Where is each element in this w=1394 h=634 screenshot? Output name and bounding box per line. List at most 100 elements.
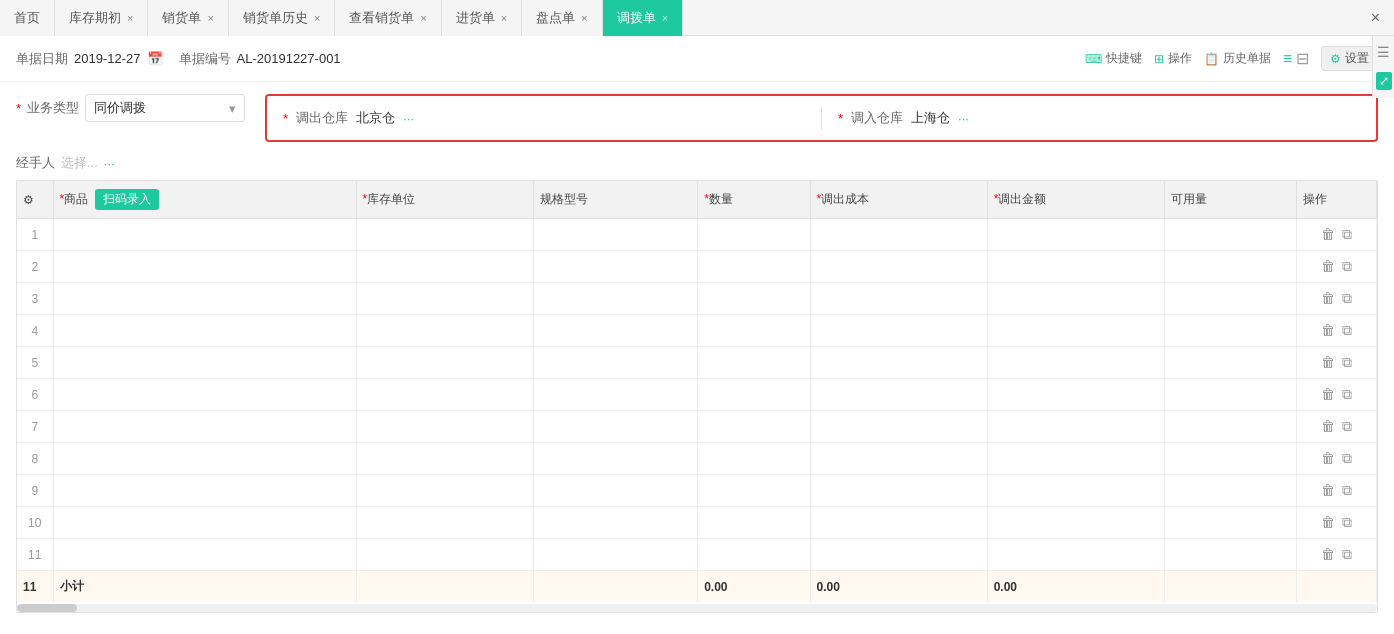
row-spec-11[interactable]	[533, 539, 698, 571]
row-qty-7[interactable]	[698, 411, 810, 443]
row-unit-11[interactable]	[356, 539, 533, 571]
handler-more[interactable]: ···	[104, 156, 115, 171]
row-qty-9[interactable]	[698, 475, 810, 507]
quick-key-btn[interactable]: ⌨ 快捷键	[1085, 50, 1142, 67]
row-amount-4[interactable]	[987, 315, 1164, 347]
row-qty-11[interactable]	[698, 539, 810, 571]
row-cost-5[interactable]	[810, 347, 987, 379]
row-spec-4[interactable]	[533, 315, 698, 347]
row-cost-10[interactable]	[810, 507, 987, 539]
copy-icon-11[interactable]: ⧉	[1342, 546, 1352, 562]
row-amount-5[interactable]	[987, 347, 1164, 379]
row-unit-4[interactable]	[356, 315, 533, 347]
row-product-7[interactable]	[53, 411, 356, 443]
scan-button[interactable]: 扫码录入	[95, 189, 159, 210]
row-available-2[interactable]	[1164, 251, 1296, 283]
warehouse-out-value[interactable]: 北京仓	[356, 109, 395, 127]
row-qty-6[interactable]	[698, 379, 810, 411]
row-spec-3[interactable]	[533, 283, 698, 315]
delete-icon-3[interactable]: 🗑	[1321, 290, 1335, 306]
horizontal-scrollbar[interactable]	[17, 604, 1377, 612]
copy-icon-5[interactable]: ⧉	[1342, 354, 1352, 370]
tab-sales-order[interactable]: 销货单 ×	[148, 0, 228, 36]
layout-list-icon[interactable]: ≡	[1283, 50, 1292, 68]
layout-grid-icon[interactable]: ⊟	[1296, 49, 1309, 68]
tab-purchase[interactable]: 进货单 ×	[442, 0, 522, 36]
row-amount-9[interactable]	[987, 475, 1164, 507]
row-amount-11[interactable]	[987, 539, 1164, 571]
row-qty-10[interactable]	[698, 507, 810, 539]
row-product-4[interactable]	[53, 315, 356, 347]
delete-icon-5[interactable]: 🗑	[1321, 354, 1335, 370]
row-cost-3[interactable]	[810, 283, 987, 315]
delete-icon-4[interactable]: 🗑	[1321, 322, 1335, 338]
copy-icon-9[interactable]: ⧉	[1342, 482, 1352, 498]
row-available-10[interactable]	[1164, 507, 1296, 539]
copy-icon-4[interactable]: ⧉	[1342, 322, 1352, 338]
tab-transfer[interactable]: 调拨单 ×	[603, 0, 683, 36]
row-unit-8[interactable]	[356, 443, 533, 475]
tab-close-sales-history[interactable]: ×	[314, 12, 320, 24]
copy-icon-3[interactable]: ⧉	[1342, 290, 1352, 306]
copy-icon-1[interactable]: ⧉	[1342, 226, 1352, 242]
row-product-2[interactable]	[53, 251, 356, 283]
row-unit-3[interactable]	[356, 283, 533, 315]
calendar-icon[interactable]: 📅	[147, 51, 163, 66]
row-amount-8[interactable]	[987, 443, 1164, 475]
row-qty-1[interactable]	[698, 219, 810, 251]
sidebar-expand-icon[interactable]: ⤢	[1376, 72, 1392, 90]
delete-icon-8[interactable]: 🗑	[1321, 450, 1335, 466]
delete-icon-10[interactable]: 🗑	[1321, 514, 1335, 530]
row-qty-3[interactable]	[698, 283, 810, 315]
row-product-6[interactable]	[53, 379, 356, 411]
history-btn[interactable]: 📋 历史单据	[1204, 50, 1271, 67]
window-close-button[interactable]: ×	[1357, 0, 1394, 36]
tab-view-sales[interactable]: 查看销货单 ×	[335, 0, 441, 36]
row-cost-9[interactable]	[810, 475, 987, 507]
warehouse-in-more[interactable]: ···	[958, 111, 969, 126]
row-spec-5[interactable]	[533, 347, 698, 379]
row-qty-4[interactable]	[698, 315, 810, 347]
row-spec-6[interactable]	[533, 379, 698, 411]
copy-icon-7[interactable]: ⧉	[1342, 418, 1352, 434]
tab-close-sales-order[interactable]: ×	[207, 12, 213, 24]
row-cost-2[interactable]	[810, 251, 987, 283]
row-product-3[interactable]	[53, 283, 356, 315]
settings-button[interactable]: ⚙ 设置	[1321, 46, 1378, 71]
row-available-3[interactable]	[1164, 283, 1296, 315]
row-amount-3[interactable]	[987, 283, 1164, 315]
tab-stocktake[interactable]: 盘点单 ×	[522, 0, 602, 36]
tab-close-transfer[interactable]: ×	[662, 12, 668, 24]
row-unit-6[interactable]	[356, 379, 533, 411]
row-available-9[interactable]	[1164, 475, 1296, 507]
row-amount-2[interactable]	[987, 251, 1164, 283]
row-available-5[interactable]	[1164, 347, 1296, 379]
row-product-10[interactable]	[53, 507, 356, 539]
row-available-1[interactable]	[1164, 219, 1296, 251]
row-product-8[interactable]	[53, 443, 356, 475]
tab-close-purchase[interactable]: ×	[501, 12, 507, 24]
tab-close-view-sales[interactable]: ×	[420, 12, 426, 24]
copy-icon-8[interactable]: ⧉	[1342, 450, 1352, 466]
row-unit-10[interactable]	[356, 507, 533, 539]
row-qty-8[interactable]	[698, 443, 810, 475]
row-cost-8[interactable]	[810, 443, 987, 475]
row-product-5[interactable]	[53, 347, 356, 379]
row-unit-5[interactable]	[356, 347, 533, 379]
tab-inventory-init[interactable]: 库存期初 ×	[55, 0, 148, 36]
row-unit-1[interactable]	[356, 219, 533, 251]
row-spec-10[interactable]	[533, 507, 698, 539]
tab-home[interactable]: 首页	[0, 0, 55, 36]
delete-icon-9[interactable]: 🗑	[1321, 482, 1335, 498]
warehouse-out-more[interactable]: ···	[403, 111, 414, 126]
th-gear[interactable]: ⚙	[17, 181, 53, 219]
row-unit-7[interactable]	[356, 411, 533, 443]
row-spec-8[interactable]	[533, 443, 698, 475]
ops-btn[interactable]: ⊞ 操作	[1154, 50, 1192, 67]
row-unit-9[interactable]	[356, 475, 533, 507]
row-available-4[interactable]	[1164, 315, 1296, 347]
tab-close-stocktake[interactable]: ×	[581, 12, 587, 24]
row-cost-1[interactable]	[810, 219, 987, 251]
row-qty-5[interactable]	[698, 347, 810, 379]
handler-select[interactable]: 选择...	[61, 154, 98, 172]
